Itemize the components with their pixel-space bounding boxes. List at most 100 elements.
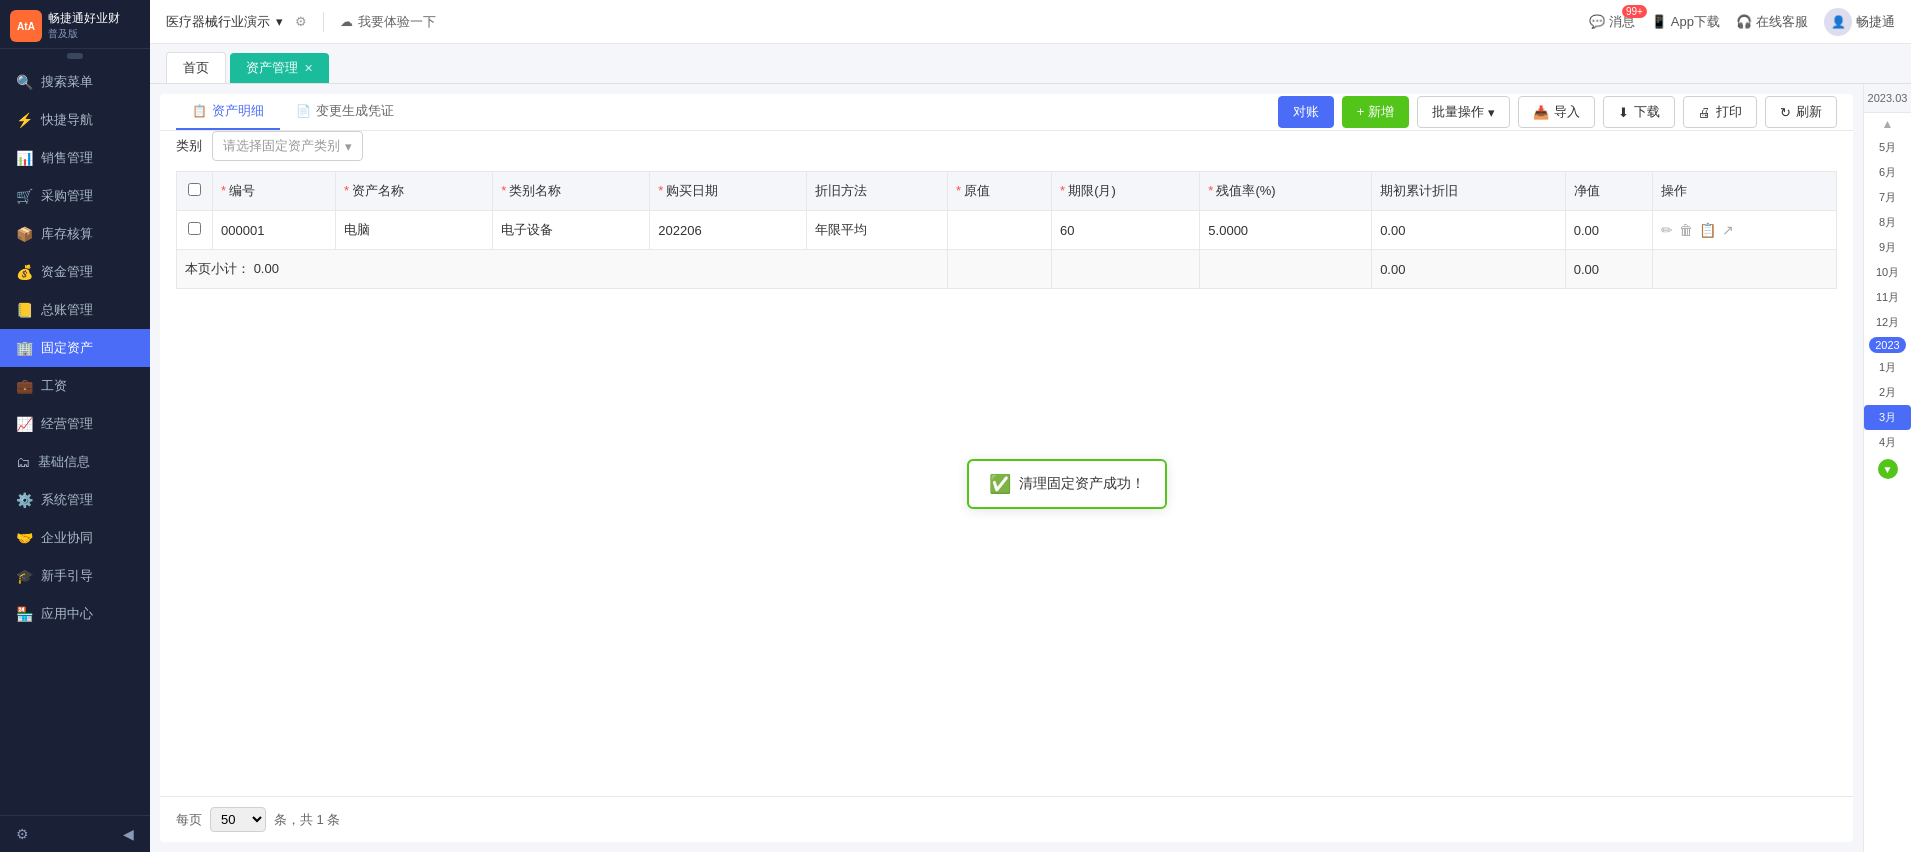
month-12[interactable]: 12月 [1864, 310, 1911, 335]
company-dropdown-icon: ▾ [276, 14, 283, 29]
sidebar-item-system[interactable]: ⚙️ 系统管理 [0, 481, 150, 519]
filter-category-placeholder: 请选择固定资产类别 [223, 137, 340, 155]
month-9[interactable]: 9月 [1864, 235, 1911, 260]
month-11[interactable]: 11月 [1864, 285, 1911, 310]
sidebar-item-inventory[interactable]: 📦 库存核算 [0, 215, 150, 253]
sidebar-item-label: 工资 [41, 377, 67, 395]
sidebar-item-label: 系统管理 [41, 491, 93, 509]
panel-down-arrow[interactable]: ▼ [1878, 459, 1898, 479]
more-icon[interactable]: ↗ [1722, 222, 1734, 238]
month-4[interactable]: 4月 [1864, 430, 1911, 455]
month-7[interactable]: 7月 [1864, 185, 1911, 210]
company-selector[interactable]: 医疗器械行业演示 ▾ [166, 13, 283, 31]
sidebar-item-ledger[interactable]: 📒 总账管理 [0, 291, 150, 329]
basic-info-icon: 🗂 [16, 454, 30, 470]
month-1[interactable]: 1月 [1864, 355, 1911, 380]
copy-icon[interactable]: 📋 [1699, 222, 1716, 238]
row-checkbox[interactable] [188, 222, 201, 235]
main-area: 医疗器械行业演示 ▾ ⚙ ☁ 我要体验一下 💬 消息 99+ 📱 App下载 🎧… [150, 0, 1911, 852]
print-icon: 🖨 [1698, 105, 1711, 120]
subtab-asset-detail[interactable]: 📋 资产明细 [176, 94, 280, 130]
subtotal-original: 0.00 [254, 261, 279, 276]
tab-assets[interactable]: 资产管理 ✕ [230, 53, 329, 83]
panel-header: 2023.03 [1864, 84, 1911, 113]
cell-residual-rate: 5.0000 [1200, 211, 1372, 250]
th-original-value: *原值 [947, 172, 1051, 211]
subtotal-net: 0.00 [1565, 250, 1653, 289]
sidebar-item-label: 搜索菜单 [41, 73, 93, 91]
cell-category: 电子设备 [493, 211, 650, 250]
message-badge: 99+ [1622, 5, 1647, 18]
search-icon: 🔍 [16, 74, 33, 90]
month-10[interactable]: 10月 [1864, 260, 1911, 285]
toolbar-buttons: 对账 + 新增 批量操作 ▾ 📥 导入 ⬇ 下载 [1278, 96, 1837, 128]
sidebar-item-search[interactable]: 🔍 搜索菜单 [0, 63, 150, 101]
month-8[interactable]: 8月 [1864, 210, 1911, 235]
sales-icon: 📊 [16, 150, 33, 166]
sidebar-item-enterprise[interactable]: 🤝 企业协同 [0, 519, 150, 557]
sidebar-item-basic-info[interactable]: 🗂 基础信息 [0, 443, 150, 481]
message-icon: 💬 [1589, 14, 1605, 29]
delete-icon[interactable]: 🗑 [1679, 222, 1693, 238]
message-btn[interactable]: 💬 消息 99+ [1589, 13, 1635, 31]
per-page-select[interactable]: 50 100 [210, 807, 266, 832]
sidebar-item-label: 基础信息 [38, 453, 90, 471]
enterprise-icon: 🤝 [16, 530, 33, 546]
collapse-icon[interactable]: ◀ [123, 826, 134, 842]
sidebar-item-shortcut[interactable]: ⚡ 快捷导航 [0, 101, 150, 139]
panel-up-arrow[interactable]: ▲ [1864, 113, 1911, 135]
system-icon: ⚙️ [16, 492, 33, 508]
experience-btn[interactable]: ☁ 我要体验一下 [340, 13, 436, 31]
gear-icon[interactable]: ⚙ [295, 14, 307, 29]
cell-code: 000001 [213, 211, 336, 250]
th-category: *类别名称 [493, 172, 650, 211]
refresh-button[interactable]: ↻ 刷新 [1765, 96, 1837, 128]
cell-original-value [947, 211, 1051, 250]
download-button[interactable]: ⬇ 下载 [1603, 96, 1675, 128]
funds-icon: 💰 [16, 264, 33, 280]
subtab-bar: 📋 资产明细 📄 变更生成凭证 [176, 94, 410, 130]
sidebar-item-label: 采购管理 [41, 187, 93, 205]
select-all-checkbox[interactable] [188, 183, 201, 196]
tab-home[interactable]: 首页 [166, 52, 226, 83]
th-net-value: 净值 [1565, 172, 1653, 211]
online-service-btn[interactable]: 🎧 在线客服 [1736, 13, 1808, 31]
topbar-right: 💬 消息 99+ 📱 App下载 🎧 在线客服 👤 畅捷通 [1589, 8, 1895, 36]
month-6[interactable]: 6月 [1864, 160, 1911, 185]
month-2[interactable]: 2月 [1864, 380, 1911, 405]
success-toast: ✅ 清理固定资产成功！ [967, 459, 1167, 509]
tab-close-icon[interactable]: ✕ [304, 62, 313, 75]
sidebar-item-funds[interactable]: 💰 资金管理 [0, 253, 150, 291]
sidebar-item-sales[interactable]: 📊 销售管理 [0, 139, 150, 177]
month-3-current[interactable]: 3月 [1864, 405, 1911, 430]
topbar: 医疗器械行业演示 ▾ ⚙ ☁ 我要体验一下 💬 消息 99+ 📱 App下载 🎧… [150, 0, 1911, 44]
sidebar-item-guide[interactable]: 🎓 新手引导 [0, 557, 150, 595]
import-button[interactable]: 📥 导入 [1518, 96, 1595, 128]
inventory-icon: 📦 [16, 226, 33, 242]
reconcile-button[interactable]: 对账 [1278, 96, 1334, 128]
company-name: 医疗器械行业演示 [166, 13, 270, 31]
app-logo-icon: AtA [10, 10, 42, 42]
user-avatar[interactable]: 👤 畅捷通 [1824, 8, 1895, 36]
settings-icon[interactable]: ⚙ [16, 826, 29, 842]
sidebar-item-purchase[interactable]: 🛒 采购管理 [0, 177, 150, 215]
subtab-voucher[interactable]: 📄 变更生成凭证 [280, 94, 410, 130]
app-download-btn[interactable]: 📱 App下载 [1651, 13, 1720, 31]
sidebar-item-label: 总账管理 [41, 301, 93, 319]
batch-ops-button[interactable]: 批量操作 ▾ [1417, 96, 1510, 128]
sidebar-item-salary[interactable]: 💼 工资 [0, 367, 150, 405]
th-residual-rate: *残值率(%) [1200, 172, 1372, 211]
edit-icon[interactable]: ✏ [1661, 222, 1673, 238]
sidebar-item-operations[interactable]: 📈 经营管理 [0, 405, 150, 443]
phone-icon: 📱 [1651, 14, 1667, 29]
cell-accumulated: 0.00 [1372, 211, 1566, 250]
month-5[interactable]: 5月 [1864, 135, 1911, 160]
sidebar-item-appstore[interactable]: 🏪 应用中心 [0, 595, 150, 633]
sidebar-item-assets[interactable]: 🏢 固定资产 [0, 329, 150, 367]
year-badge[interactable]: 2023 [1869, 337, 1905, 353]
th-period: *期限(月) [1052, 172, 1200, 211]
purchase-icon: 🛒 [16, 188, 33, 204]
filter-category-select[interactable]: 请选择固定资产类别 ▾ [212, 131, 363, 161]
new-button[interactable]: + 新增 [1342, 96, 1409, 128]
print-button[interactable]: 🖨 打印 [1683, 96, 1757, 128]
